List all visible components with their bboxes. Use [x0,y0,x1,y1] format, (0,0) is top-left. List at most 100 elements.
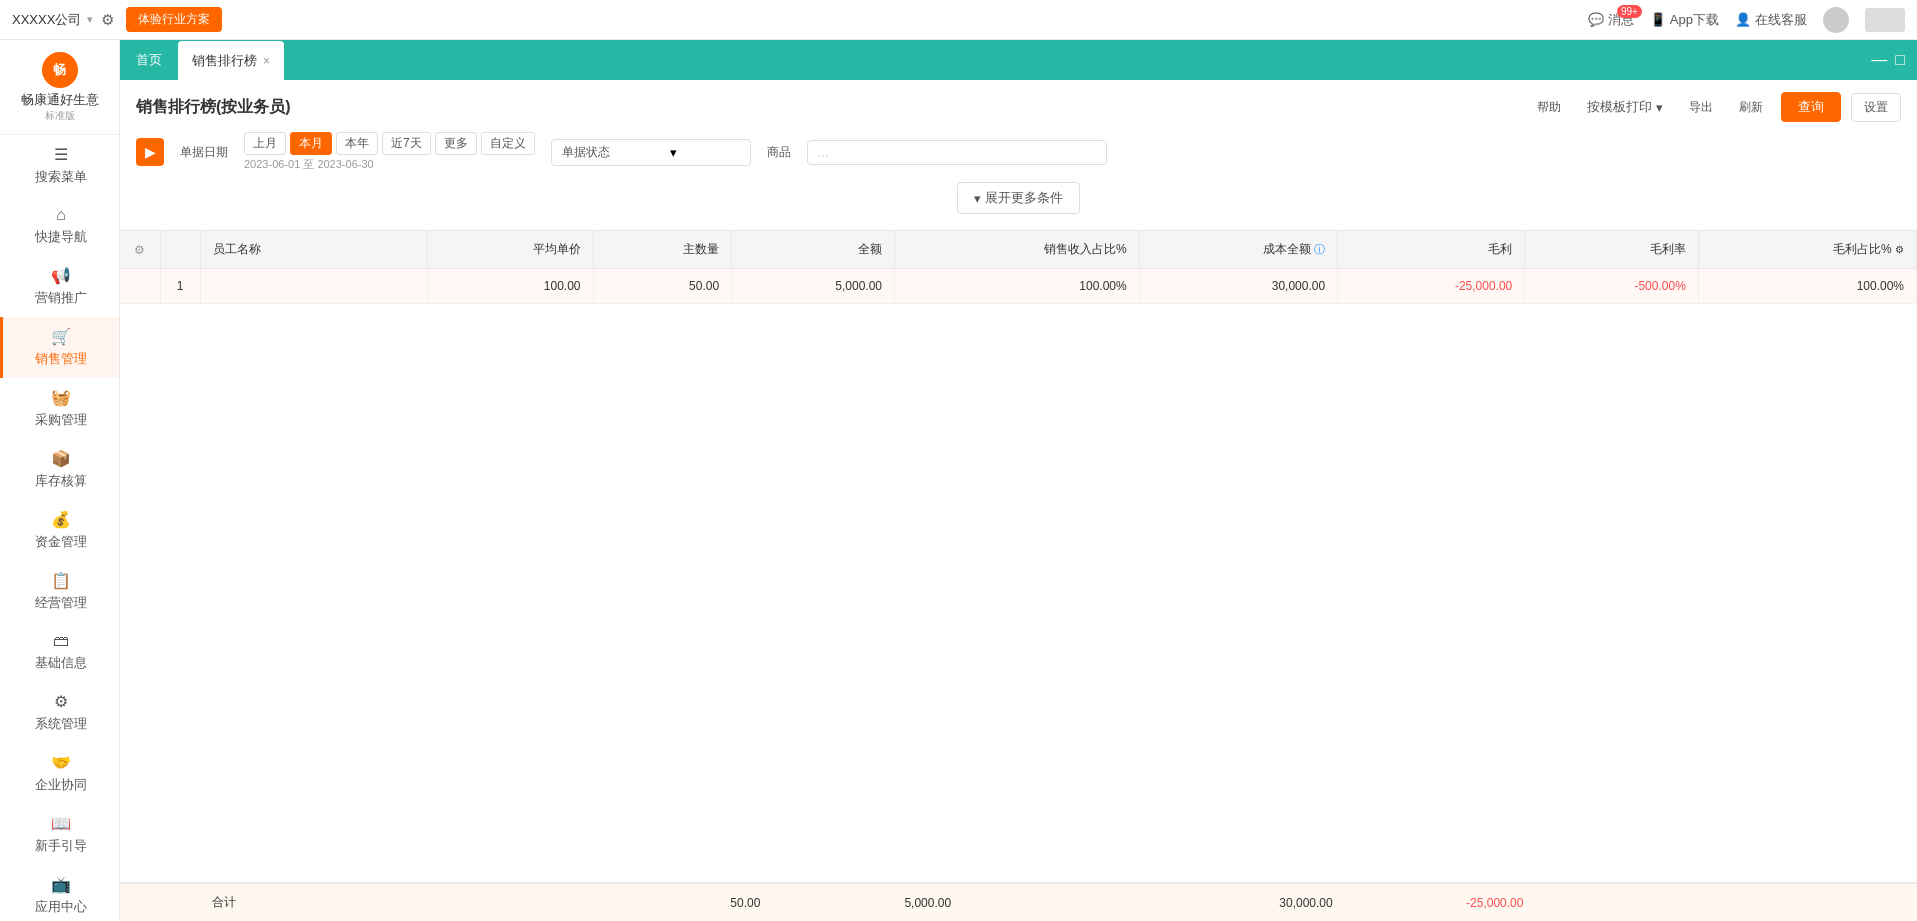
basic-icon: 🗃 [53,632,69,650]
sidebar-item-collab[interactable]: 🤝 企业协同 [0,743,119,804]
gear-icon[interactable]: ⚙ [101,11,114,29]
date-btn-本月[interactable]: 本月 [290,132,332,155]
table-wrapper: ⚙ 员工名称 平均单价 主数量 全额 销售收入占比% 成本全额 ⓘ 毛利 毛利率… [120,231,1917,882]
online-service-button[interactable]: 👤 在线客服 [1735,11,1807,29]
page-title-row: 销售排行榜(按业务员) 帮助 按模板打印 ▾ 导出 刷新 查询 设置 [136,92,1901,122]
page-actions: 帮助 按模板打印 ▾ 导出 刷新 查询 设置 [1529,92,1901,122]
col-name: 员工名称 [200,231,427,269]
message-button[interactable]: 💬 消息 99+ [1588,11,1634,29]
date-filter-label: 单据日期 [180,144,228,161]
expand-btn[interactable]: ▾ 展开更多条件 [957,182,1080,214]
col-cost: 成本全额 ⓘ [1139,231,1337,269]
sidebar-item-sales[interactable]: 🛒 销售管理 [0,317,119,378]
system-icon: ⚙ [54,692,68,711]
goods-filter[interactable]: ... [807,140,1107,165]
sidebar-item-shortcut[interactable]: ⌂ 快捷导航 [0,196,119,256]
minimize-icon[interactable]: — [1871,51,1887,69]
sidebar-label-shortcut: 快捷导航 [35,228,87,246]
date-btn-上月[interactable]: 上月 [244,132,286,155]
footer-gross: -25,000.00 [1345,896,1536,910]
export-button[interactable]: 导出 [1681,95,1721,120]
message-icon: 💬 [1588,12,1604,27]
help-button[interactable]: 帮助 [1529,95,1569,120]
status-filter[interactable]: 单据状态 ▾ [551,139,751,166]
row-avg-price: 100.00 [427,269,593,304]
logo-icon: 畅 [42,52,78,88]
content-area: 首页 销售排行榜 × — □ 销售排行榜(按业务员) 帮助 按模板打印 [120,40,1917,921]
col-settings[interactable]: ⚙ [120,231,160,269]
header-right: 💬 消息 99+ 📱 App下载 👤 在线客服 [1588,7,1905,33]
sidebar-label-appstore: 应用中心 [35,898,87,916]
appstore-icon: 📺 [51,875,71,894]
sidebar-items: ☰ 搜索菜单 ⌂ 快捷导航 📢 营销推广 🛒 销售管理 🧺 采购管理 📦 库存核… [0,135,119,921]
maximize-icon[interactable]: □ [1895,51,1905,69]
app-download-button[interactable]: 📱 App下载 [1650,11,1719,29]
row-amount: 5,000.00 [732,269,895,304]
row-sales-pct: 100.00% [895,269,1140,304]
avatar[interactable] [1823,7,1849,33]
table-body: 1 100.00 50.00 5,000.00 100.00% 30,000.0… [120,269,1917,304]
shortcut-icon: ⌂ [56,206,66,224]
refresh-button[interactable]: 刷新 [1731,95,1771,120]
logo-area: 畅 畅康通好生意 标准版 [0,40,119,135]
col-gross-pct: 毛利占比% ⚙ [1698,231,1916,269]
sidebar-item-newbie[interactable]: 📖 新手引导 [0,804,119,865]
row-settings[interactable] [120,269,160,304]
template-print-button[interactable]: 按模板打印 ▾ [1579,94,1671,120]
chevron-down-icon: ▾ [87,13,93,26]
sidebar-label-system: 系统管理 [35,715,87,733]
date-btn-本年[interactable]: 本年 [336,132,378,155]
row-gross-rate: -500.00% [1525,269,1699,304]
sidebar-item-search[interactable]: ☰ 搜索菜单 [0,135,119,196]
sidebar-item-operations[interactable]: 📋 经营管理 [0,561,119,622]
industry-button[interactable]: 体验行业方案 [126,7,222,32]
footer-qty: 50.00 [582,896,773,910]
sidebar-item-system[interactable]: ⚙ 系统管理 [0,682,119,743]
col-avg-price: 平均单价 [427,231,593,269]
finance-icon: 💰 [51,510,71,529]
table-header-row: ⚙ 员工名称 平均单价 主数量 全额 销售收入占比% 成本全额 ⓘ 毛利 毛利率… [120,231,1917,269]
col-gross: 毛利 [1338,231,1525,269]
sidebar-label-sales: 销售管理 [35,350,87,368]
col-sales-pct: 销售收入占比% [895,231,1140,269]
chevron-down-icon: ▾ [670,145,677,160]
sidebar-item-appstore[interactable]: 📺 应用中心 [0,865,119,921]
sidebar-item-purchase[interactable]: 🧺 采购管理 [0,378,119,439]
page-header: 销售排行榜(按业务员) 帮助 按模板打印 ▾ 导出 刷新 查询 设置 [120,80,1917,230]
date-range: 2023-06-01 至 2023-06-30 [244,157,535,172]
date-btn-更多[interactable]: 更多 [435,132,477,155]
tab-sales-ranking[interactable]: 销售排行榜 × [178,41,284,81]
query-button[interactable]: 查询 [1781,92,1841,122]
company-selector[interactable]: XXXXX公司 ▾ [12,11,93,29]
operations-icon: 📋 [51,571,71,590]
row-cost: 30,000.00 [1139,269,1337,304]
settings-button[interactable]: 设置 [1851,93,1901,122]
search-icon: ☰ [54,145,68,164]
quick-filter-button[interactable]: ▶ [136,138,164,166]
date-btn-近7天[interactable]: 近7天 [382,132,431,155]
page-content: 销售排行榜(按业务员) 帮助 按模板打印 ▾ 导出 刷新 查询 设置 [120,80,1917,921]
sidebar-label-inventory: 库存核算 [35,472,87,490]
chevron-down-icon: ▾ [974,191,981,206]
tab-close-icon[interactable]: × [263,54,270,68]
newbie-icon: 📖 [51,814,71,833]
col-gross-rate: 毛利率 [1525,231,1699,269]
message-badge: 99+ [1617,5,1642,18]
data-table: ⚙ 员工名称 平均单价 主数量 全额 销售收入占比% 成本全额 ⓘ 毛利 毛利率… [120,231,1917,304]
row-qty: 50.00 [593,269,732,304]
col-amount: 全额 [732,231,895,269]
sidebar-item-inventory[interactable]: 📦 库存核算 [0,439,119,500]
purchase-icon: 🧺 [51,388,71,407]
row-gross-pct: 100.00% [1698,269,1916,304]
sidebar-item-finance[interactable]: 💰 资金管理 [0,500,119,561]
sidebar-item-basic[interactable]: 🗃 基础信息 [0,622,119,682]
chevron-down-icon: ▾ [1656,100,1663,115]
logo-text: 畅康通好生意 标准版 [21,92,99,122]
table-row: 1 100.00 50.00 5,000.00 100.00% 30,000.0… [120,269,1917,304]
sidebar-item-marketing[interactable]: 📢 营销推广 [0,256,119,317]
tab-home[interactable]: 首页 [120,40,178,80]
row-gross: -25,000.00 [1338,269,1525,304]
date-btn-自定义[interactable]: 自定义 [481,132,535,155]
row-name [200,269,427,304]
inventory-icon: 📦 [51,449,71,468]
